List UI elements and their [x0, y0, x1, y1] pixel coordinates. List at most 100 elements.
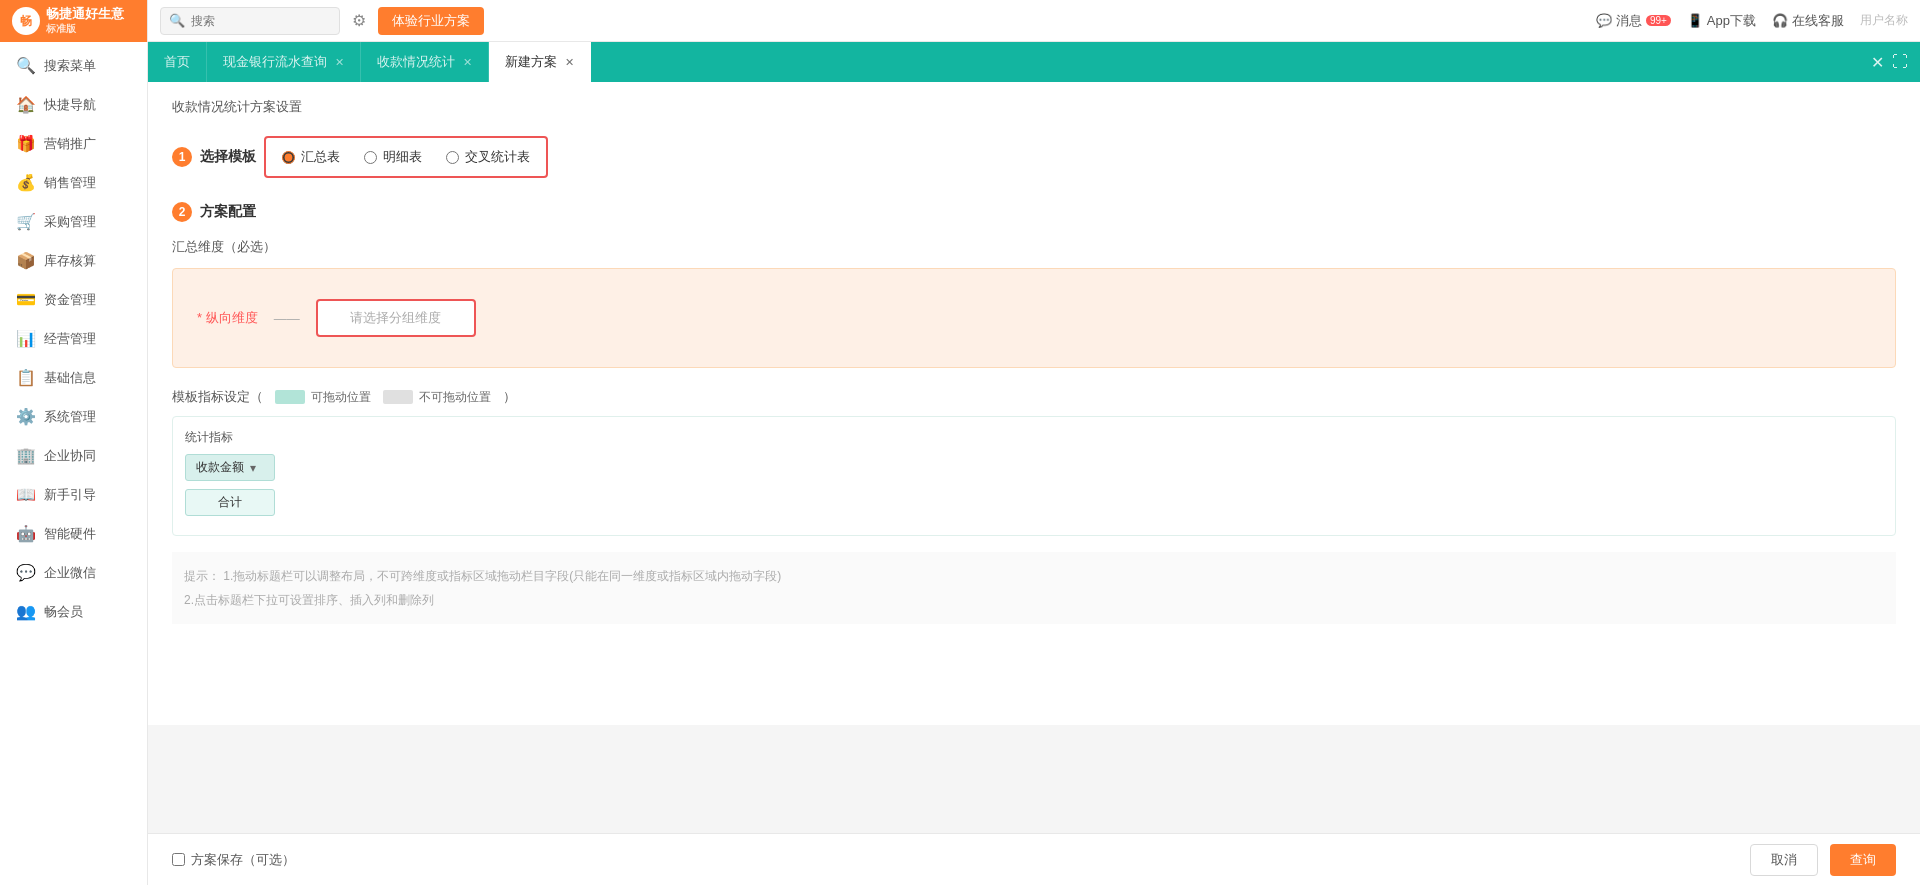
- gear-icon: ⚙️: [16, 407, 36, 426]
- trial-button[interactable]: 体验行业方案: [378, 7, 484, 35]
- gift-icon: 🎁: [16, 134, 36, 153]
- sidebar-item-label: 企业协同: [44, 447, 96, 465]
- section1-num: 1: [172, 147, 192, 167]
- sidebar-item-system[interactable]: ⚙️ 系统管理: [0, 397, 147, 436]
- sidebar-item-label: 企业微信: [44, 564, 96, 582]
- stat-subtag-total[interactable]: 合计: [185, 489, 275, 516]
- sidebar-item-marketing[interactable]: 🎁 营销推广: [0, 124, 147, 163]
- save-checkbox[interactable]: [172, 853, 185, 866]
- logo-text: 畅捷通好生意: [46, 6, 124, 22]
- radio-summary-input[interactable]: [282, 151, 295, 164]
- tab-home-label: 首页: [164, 53, 190, 71]
- vertical-dim-label: * 纵向维度: [197, 309, 258, 327]
- section1-title: 选择模板: [200, 148, 256, 166]
- sidebar-item-enterprise[interactable]: 🏢 企业协同: [0, 436, 147, 475]
- section-template: 1 选择模板 汇总表 明细表 交叉统计表: [172, 136, 1896, 178]
- content-area: 收款情况统计方案设置 1 选择模板 汇总表 明细表: [148, 82, 1920, 885]
- topbar: 🔍 ⚙ 体验行业方案 💬 消息 99+ 📱 App下载 🎧 在线客服 用户名称: [148, 0, 1920, 42]
- sidebar-item-label: 新手引导: [44, 486, 96, 504]
- download-btn[interactable]: 📱 App下载: [1687, 12, 1756, 30]
- dimension-label: 汇总维度（必选）: [172, 238, 1896, 256]
- sidebar-item-quick-nav[interactable]: 🏠 快捷导航: [0, 85, 147, 124]
- card-icon: 💳: [16, 290, 36, 309]
- footer: 方案保存（可选） 取消 查询: [148, 833, 1920, 885]
- radio-cross-label: 交叉统计表: [465, 148, 530, 166]
- config-section: 汇总维度（必选） * 纵向维度 —— 请选择分组维度: [172, 238, 1896, 624]
- clipboard-icon: 📋: [16, 368, 36, 387]
- sidebar-item-label: 搜索菜单: [44, 57, 96, 75]
- sidebar-nav: 🔍 搜索菜单 🏠 快捷导航 🎁 营销推广 💰 销售管理 🛒 采购管理 📦 库存核…: [0, 42, 147, 885]
- sidebar-item-label: 营销推广: [44, 135, 96, 153]
- tab-receipt-stats-label: 收款情况统计: [377, 53, 455, 71]
- stats-title: 统计指标: [185, 429, 1883, 446]
- search-box[interactable]: 🔍: [160, 7, 340, 35]
- sidebar-item-sales[interactable]: 💰 销售管理: [0, 163, 147, 202]
- sidebar-item-capital[interactable]: 💳 资金管理: [0, 280, 147, 319]
- main-area: 🔍 ⚙ 体验行业方案 💬 消息 99+ 📱 App下载 🎧 在线客服 用户名称 …: [148, 0, 1920, 885]
- radio-detail[interactable]: 明细表: [364, 148, 422, 166]
- sidebar-item-inventory[interactable]: 📦 库存核算: [0, 241, 147, 280]
- tab-bank-flow-close[interactable]: ✕: [335, 56, 344, 69]
- tab-new-plan-close[interactable]: ✕: [565, 56, 574, 69]
- sidebar-item-label: 系统管理: [44, 408, 96, 426]
- settings-icon[interactable]: ⚙: [352, 11, 366, 30]
- section-template-header: 1 选择模板 汇总表 明细表 交叉统计表: [172, 136, 1896, 178]
- sidebar: 畅 畅捷通好生意 标准版 🔍 搜索菜单 🏠 快捷导航 🎁 营销推广 💰 销售管理…: [0, 0, 148, 885]
- radio-cross[interactable]: 交叉统计表: [446, 148, 530, 166]
- section-config-header: 2 方案配置: [172, 202, 1896, 222]
- draggable-legend-box: [275, 390, 305, 404]
- section-config: 2 方案配置 汇总维度（必选） * 纵向维度 —— 请选择分组维度: [172, 202, 1896, 624]
- topbar-right: 💬 消息 99+ 📱 App下载 🎧 在线客服 用户名称: [1596, 12, 1908, 30]
- message-btn[interactable]: 💬 消息 99+: [1596, 12, 1671, 30]
- sidebar-item-purchase[interactable]: 🛒 采购管理: [0, 202, 147, 241]
- dimension-select-box[interactable]: 请选择分组维度: [316, 299, 476, 337]
- radio-detail-input[interactable]: [364, 151, 377, 164]
- sidebar-item-label: 资金管理: [44, 291, 96, 309]
- users-icon: 👥: [16, 602, 36, 621]
- sidebar-item-label: 销售管理: [44, 174, 96, 192]
- stat-tag-revenue[interactable]: 收款金额 ▾: [185, 454, 275, 481]
- save-option[interactable]: 方案保存（可选）: [172, 851, 295, 869]
- tab-bank-flow[interactable]: 现金银行流水查询 ✕: [207, 42, 361, 82]
- sidebar-item-label: 采购管理: [44, 213, 96, 231]
- non-draggable-legend-label: 不可拖动位置: [419, 389, 491, 406]
- sidebar-item-label: 快捷导航: [44, 96, 96, 114]
- search-icon: 🔍: [16, 56, 36, 75]
- tabbar: 首页 现金银行流水查询 ✕ 收款情况统计 ✕ 新建方案 ✕ ✕ ⛶: [148, 42, 1920, 82]
- tab-close-all-icon[interactable]: ✕: [1871, 53, 1884, 72]
- download-icon: 📱: [1687, 13, 1703, 28]
- sidebar-item-search[interactable]: 🔍 搜索菜单: [0, 46, 147, 85]
- tip-text-1: 提示： 1.拖动标题栏可以调整布局，不可跨维度或指标区域拖动栏目字段(只能在同一…: [184, 564, 1884, 588]
- service-icon: 🎧: [1772, 13, 1788, 28]
- service-btn[interactable]: 🎧 在线客服: [1772, 12, 1844, 30]
- search-input[interactable]: [191, 14, 331, 28]
- indicators-closing: ）: [503, 388, 516, 406]
- stats-area: 统计指标 收款金额 ▾ 合计: [172, 416, 1896, 536]
- query-button[interactable]: 查询: [1830, 844, 1896, 876]
- cancel-button[interactable]: 取消: [1750, 844, 1818, 876]
- tab-home[interactable]: 首页: [148, 42, 207, 82]
- chat-icon: 💬: [16, 563, 36, 582]
- sidebar-item-smart-hw[interactable]: 🤖 智能硬件: [0, 514, 147, 553]
- sidebar-item-label: 畅会员: [44, 603, 83, 621]
- radio-cross-input[interactable]: [446, 151, 459, 164]
- tab-receipt-stats[interactable]: 收款情况统计 ✕: [361, 42, 489, 82]
- sidebar-item-member[interactable]: 👥 畅会员: [0, 592, 147, 631]
- sidebar-item-operations[interactable]: 📊 经营管理: [0, 319, 147, 358]
- chart-icon: 📊: [16, 329, 36, 348]
- sidebar-item-label: 经营管理: [44, 330, 96, 348]
- box-icon: 📦: [16, 251, 36, 270]
- tab-new-plan[interactable]: 新建方案 ✕: [489, 42, 591, 82]
- sidebar-item-basic-info[interactable]: 📋 基础信息: [0, 358, 147, 397]
- message-icon: 💬: [1596, 13, 1612, 28]
- section2-num: 2: [172, 202, 192, 222]
- tab-expand-icon[interactable]: ⛶: [1892, 53, 1908, 71]
- sidebar-item-guide[interactable]: 📖 新手引导: [0, 475, 147, 514]
- legend-non-draggable: 不可拖动位置: [383, 389, 491, 406]
- sidebar-item-wechat[interactable]: 💬 企业微信: [0, 553, 147, 592]
- sidebar-item-label: 智能硬件: [44, 525, 96, 543]
- message-badge: 99+: [1646, 15, 1671, 26]
- tab-receipt-stats-close[interactable]: ✕: [463, 56, 472, 69]
- radio-summary[interactable]: 汇总表: [282, 148, 340, 166]
- cart-icon: 🛒: [16, 212, 36, 231]
